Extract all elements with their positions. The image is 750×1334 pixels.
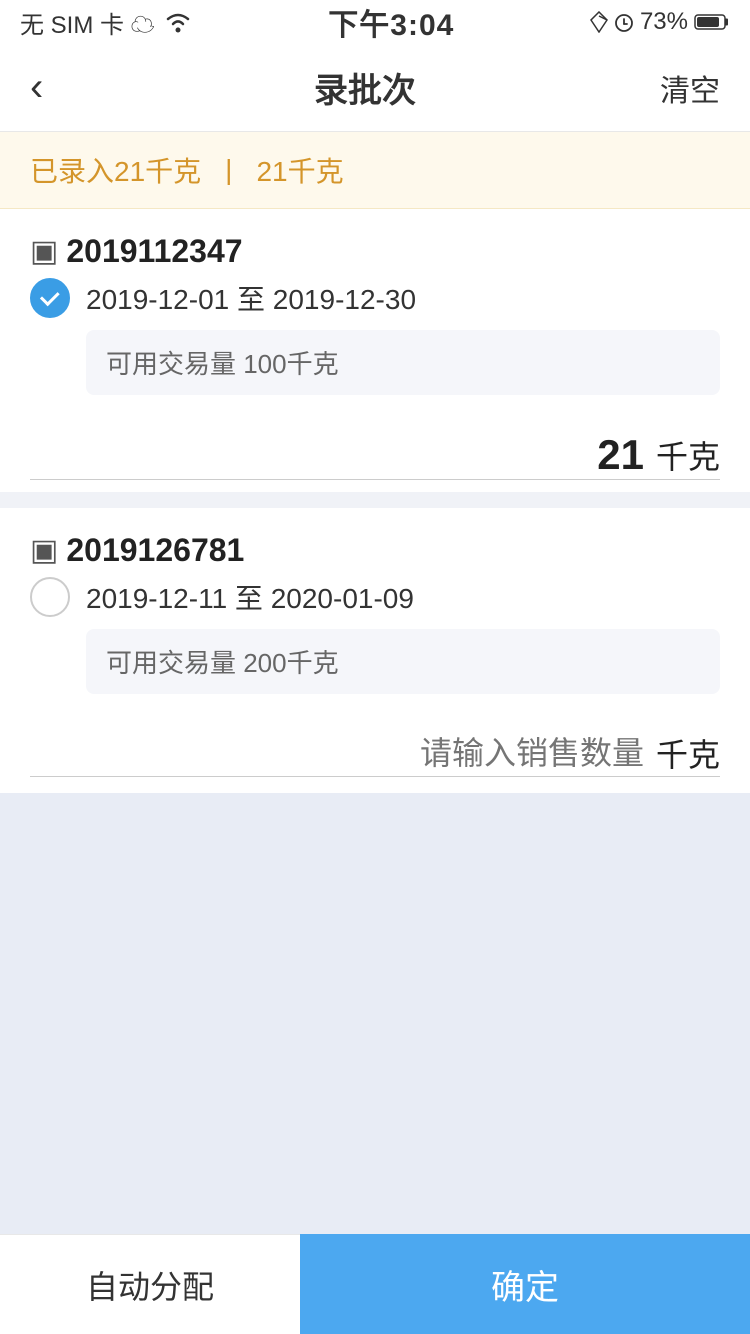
page-content: ‹ 录批次 清空 已录入21千克 | 21千克 ▣ 2019112347 201… [0, 44, 750, 1334]
batch-date-2: 2019-12-11 至 2020-01-09 [86, 577, 414, 617]
page-title: 录批次 [314, 63, 416, 112]
batch-icon-1: ▣ [30, 234, 58, 269]
status-right: 73% [590, 8, 730, 36]
status-bar: 无 SIM 卡 ☁ 下午3:04 73% [0, 0, 750, 44]
recorded-amount: 已录入21千克 [30, 150, 201, 190]
batch-item-1: ▣ 2019112347 2019-12-01 至 2019-12-30 可用交… [0, 209, 750, 415]
quantity-underline-1 [30, 479, 720, 480]
clear-button[interactable]: 清空 [640, 66, 720, 110]
banner-divider: | [225, 154, 232, 186]
quantity-unit-1: 千克 [656, 432, 720, 478]
batch-available-2: 可用交易量 200千克 [86, 629, 720, 694]
batch-available-1: 可用交易量 100千克 [86, 330, 720, 395]
batch-date-row-2: 2019-12-11 至 2020-01-09 [30, 577, 720, 617]
section-divider [0, 492, 750, 508]
back-button[interactable]: ‹ [30, 65, 90, 110]
alarm-icon [614, 11, 634, 33]
batch-radio-1[interactable] [30, 278, 70, 318]
status-time: 下午3:04 [328, 0, 454, 44]
quantity-value-1: 21 [597, 431, 644, 479]
location-icon [590, 11, 608, 33]
batch-item-2: ▣ 2019126781 2019-12-11 至 2020-01-09 可用交… [0, 508, 750, 714]
no-sim-label: 无 SIM 卡 ☁ [20, 5, 155, 40]
batch-card-1: ▣ 2019112347 2019-12-01 至 2019-12-30 可用交… [0, 209, 750, 492]
battery-icon [694, 13, 730, 31]
batch-date-1: 2019-12-01 至 2019-12-30 [86, 278, 416, 318]
input-underline-2 [30, 776, 720, 777]
batch-date-row-1: 2019-12-01 至 2019-12-30 [30, 278, 720, 318]
info-banner: 已录入21千克 | 21千克 [0, 132, 750, 209]
nav-bar: ‹ 录批次 清空 [0, 44, 750, 132]
wifi-icon [163, 11, 193, 33]
batch-id-2: 2019126781 [66, 532, 244, 569]
total-amount: 21千克 [256, 150, 343, 190]
quantity-input-2[interactable] [30, 735, 644, 772]
batch-id-1: 2019112347 [66, 233, 242, 270]
input-row-2: 千克 [0, 714, 750, 776]
batch-icon-2: ▣ [30, 533, 58, 568]
battery-label: 73% [640, 8, 688, 36]
status-left: 无 SIM 卡 ☁ [20, 5, 193, 40]
batch-radio-2[interactable] [30, 577, 70, 617]
input-unit-2: 千克 [656, 730, 720, 776]
batch-header-1: ▣ 2019112347 [30, 233, 720, 270]
batch-card-2: ▣ 2019126781 2019-12-11 至 2020-01-09 可用交… [0, 508, 750, 793]
batch-header-2: ▣ 2019126781 [30, 532, 720, 569]
bottom-buttons: 自动分配 确定 [0, 1234, 750, 1334]
quantity-row-1: 21 千克 [0, 415, 750, 479]
confirm-button[interactable]: 确定 [300, 1234, 750, 1334]
auto-distribute-button[interactable]: 自动分配 [0, 1234, 300, 1334]
